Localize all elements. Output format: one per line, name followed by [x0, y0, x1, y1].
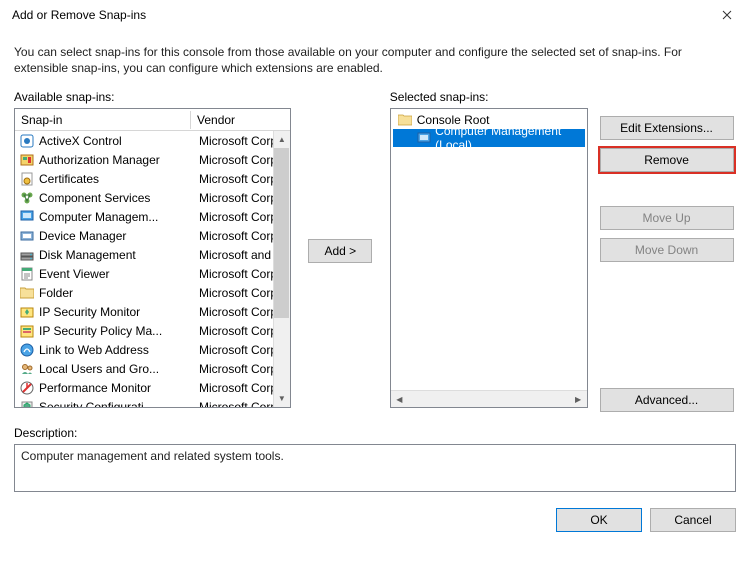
list-item[interactable]: CertificatesMicrosoft Corp... [15, 169, 290, 188]
list-item-name: Folder [39, 286, 199, 300]
event-icon [19, 266, 35, 282]
list-item[interactable]: Authorization ManagerMicrosoft Corp... [15, 150, 290, 169]
list-item[interactable]: Event ViewerMicrosoft Corp... [15, 264, 290, 283]
close-icon [722, 10, 732, 20]
add-button[interactable]: Add > [308, 239, 372, 263]
list-item[interactable]: IP Security MonitorMicrosoft Corp... [15, 302, 290, 321]
list-item[interactable]: Local Users and Gro...Microsoft Corp... [15, 359, 290, 378]
list-item[interactable]: FolderMicrosoft Corp... [15, 283, 290, 302]
close-button[interactable] [704, 0, 750, 30]
list-item[interactable]: Performance MonitorMicrosoft Corp... [15, 378, 290, 397]
list-item-name: Link to Web Address [39, 343, 199, 357]
move-up-button[interactable]: Move Up [600, 206, 734, 230]
scroll-down-icon[interactable]: ▼ [274, 390, 289, 407]
list-item-name: Event Viewer [39, 267, 199, 281]
description-box: Computer management and related system t… [14, 444, 736, 492]
folder-icon [397, 112, 413, 128]
remove-button[interactable]: Remove [600, 148, 734, 172]
advanced-button[interactable]: Advanced... [600, 388, 734, 412]
list-item[interactable]: Security Configurati...Microsoft Corp... [15, 397, 290, 407]
edit-extensions-button[interactable]: Edit Extensions... [600, 116, 734, 140]
list-item[interactable]: Component ServicesMicrosoft Corp... [15, 188, 290, 207]
col-snapin[interactable]: Snap-in [15, 111, 191, 129]
list-item-name: Component Services [39, 191, 199, 205]
cert-icon [19, 171, 35, 187]
scroll-thumb[interactable] [274, 148, 289, 318]
seccfg-icon [19, 399, 35, 408]
list-item[interactable]: ActiveX ControlMicrosoft Corp... [15, 131, 290, 150]
perfmon-icon [19, 380, 35, 396]
activex-icon [19, 133, 35, 149]
window-title: Add or Remove Snap-ins [12, 8, 146, 22]
folder-icon [19, 285, 35, 301]
list-item-name: IP Security Policy Ma... [39, 324, 199, 338]
list-item-name: Authorization Manager [39, 153, 199, 167]
list-item[interactable]: IP Security Policy Ma...Microsoft Corp..… [15, 321, 290, 340]
intro-text: You can select snap-ins for this console… [14, 44, 736, 76]
available-listbox[interactable]: Snap-in Vendor ActiveX ControlMicrosoft … [14, 108, 291, 408]
scroll-up-icon[interactable]: ▲ [274, 131, 289, 148]
selected-tree[interactable]: Console Root Computer Management (Local)… [390, 108, 588, 408]
disk-icon [19, 247, 35, 263]
col-vendor[interactable]: Vendor [191, 111, 290, 129]
compmgmt-icon [19, 209, 35, 225]
list-item-name: ActiveX Control [39, 134, 199, 148]
list-item-name: Certificates [39, 172, 199, 186]
available-column-headers[interactable]: Snap-in Vendor [15, 109, 290, 131]
description-label: Description: [14, 426, 736, 440]
list-item-name: Performance Monitor [39, 381, 199, 395]
lusrmgr-icon [19, 361, 35, 377]
available-label: Available snap-ins: [14, 90, 291, 104]
scroll-right-icon[interactable]: ▶ [570, 392, 587, 407]
authmgr-icon [19, 152, 35, 168]
computer-mgmt-icon [417, 130, 431, 146]
list-item-name: Disk Management [39, 248, 199, 262]
list-item[interactable]: Disk ManagementMicrosoft and ... [15, 245, 290, 264]
list-item-name: IP Security Monitor [39, 305, 199, 319]
list-item-name: Computer Managem... [39, 210, 199, 224]
list-item-name: Local Users and Gro... [39, 362, 199, 376]
list-item-name: Security Configurati... [39, 400, 199, 408]
tree-item-selected[interactable]: Computer Management (Local) [393, 129, 585, 147]
comp-icon [19, 190, 35, 206]
list-item[interactable]: Device ManagerMicrosoft Corp... [15, 226, 290, 245]
cancel-button[interactable]: Cancel [650, 508, 736, 532]
ipsecpol-icon [19, 323, 35, 339]
link-icon [19, 342, 35, 358]
ok-button[interactable]: OK [556, 508, 642, 532]
list-item-name: Device Manager [39, 229, 199, 243]
list-item[interactable]: Computer Managem...Microsoft Corp... [15, 207, 290, 226]
ipsecmon-icon [19, 304, 35, 320]
devmgr-icon [19, 228, 35, 244]
tree-item-label: Computer Management (Local) [435, 124, 584, 152]
move-down-button[interactable]: Move Down [600, 238, 734, 262]
description-text: Computer management and related system t… [21, 449, 284, 463]
scrollbar-horizontal[interactable]: ◀ ▶ [391, 390, 587, 407]
scroll-left-icon[interactable]: ◀ [391, 392, 408, 407]
list-item[interactable]: Link to Web AddressMicrosoft Corp... [15, 340, 290, 359]
selected-label: Selected snap-ins: [390, 90, 588, 104]
scrollbar-vertical[interactable]: ▲ ▼ [273, 131, 290, 407]
titlebar: Add or Remove Snap-ins [0, 0, 750, 30]
